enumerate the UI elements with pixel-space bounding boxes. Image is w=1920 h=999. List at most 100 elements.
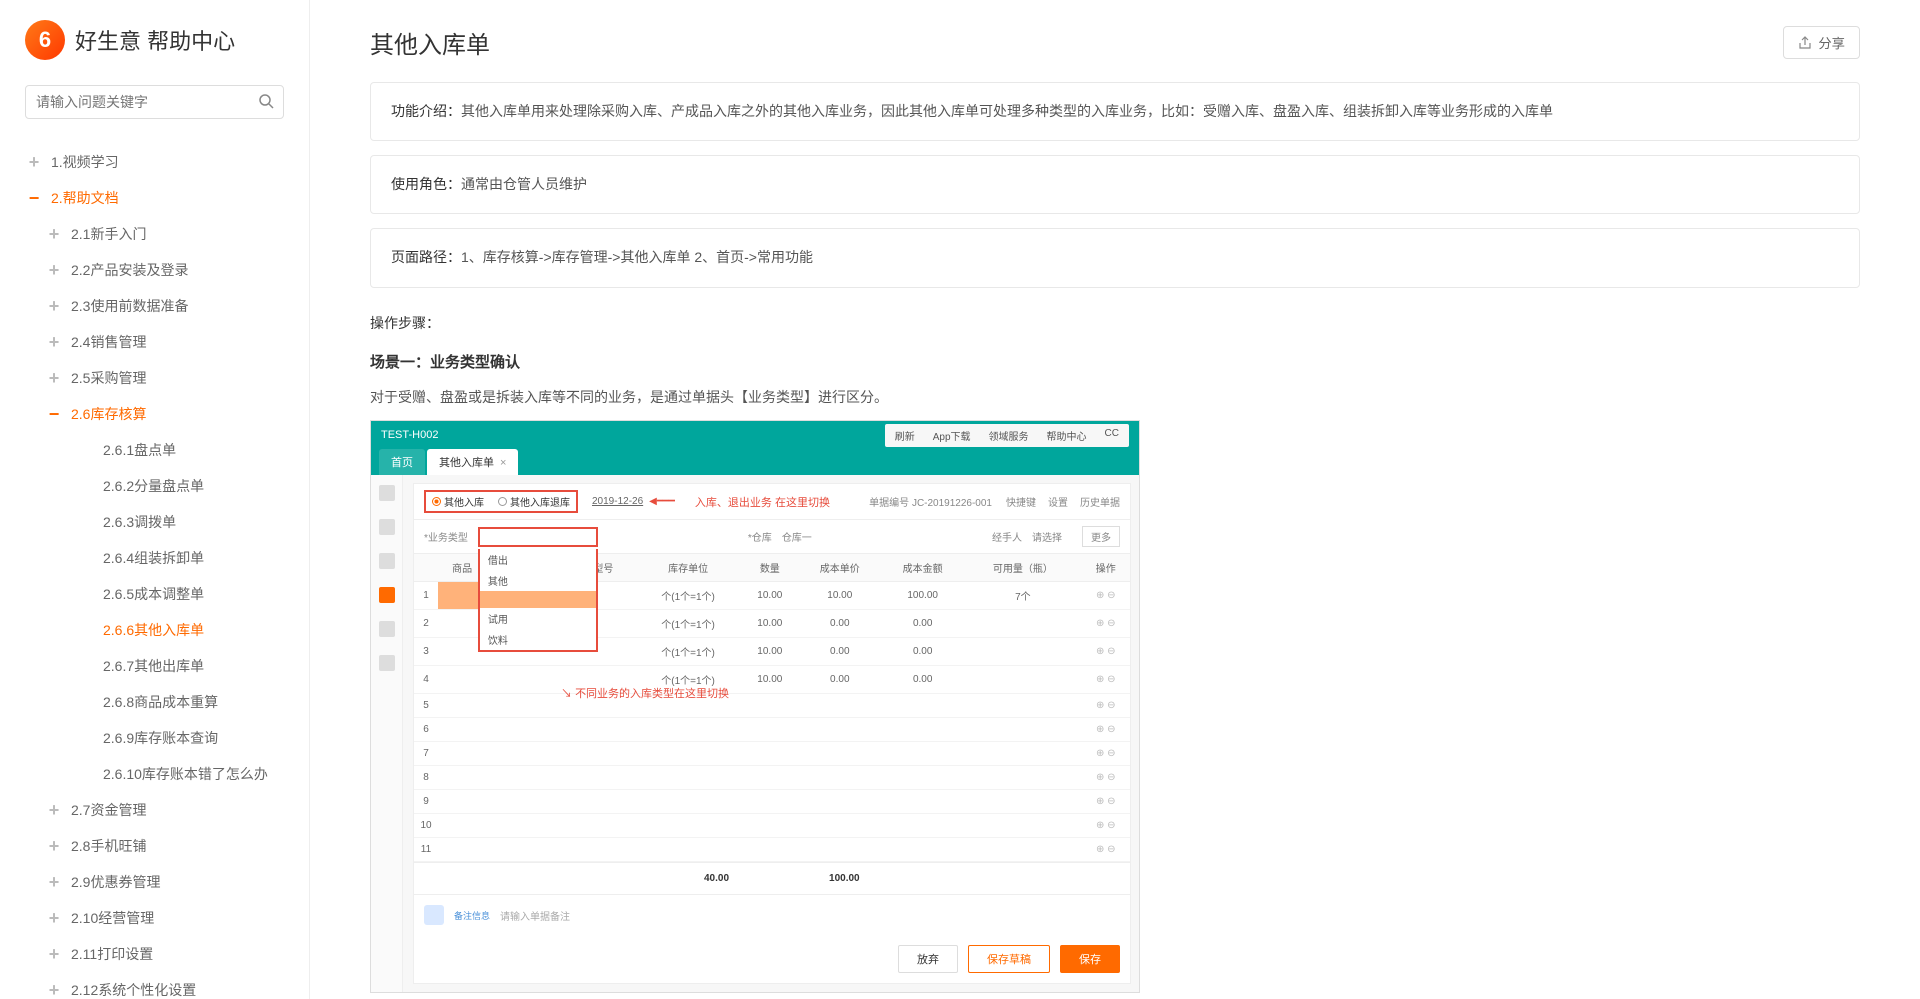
nav-item-2-8[interactable]: 2.8手机旺铺 bbox=[25, 828, 284, 864]
nav-item-2-7[interactable]: 2.7资金管理 bbox=[25, 792, 284, 828]
nav-item-2-10[interactable]: 2.10经营管理 bbox=[25, 900, 284, 936]
rail-icon bbox=[379, 519, 395, 535]
nav-item-2-9[interactable]: 2.9优惠券管理 bbox=[25, 864, 284, 900]
ss-act-hist: 历史单据 bbox=[1080, 494, 1120, 509]
nav-leaf-2-6-1[interactable]: 2.6.1盘点单 bbox=[25, 432, 284, 468]
ss-act-quick: 快捷键 bbox=[1006, 494, 1036, 509]
ss-mk-label: 经手人 bbox=[992, 529, 1022, 544]
path-box: 页面路径：1、库存核算->库存管理->其他入库单 2、首页->常用功能 bbox=[370, 228, 1860, 287]
nav-leaf-2-6-4[interactable]: 2.6.4组装拆卸单 bbox=[25, 540, 284, 576]
ss-doc-no-label: 单据编号 JC-20191226-001 bbox=[869, 494, 992, 509]
share-button[interactable]: 分享 bbox=[1783, 26, 1860, 59]
nav-label: 2.5采购管理 bbox=[71, 368, 146, 388]
ss-refresh: 刷新 bbox=[895, 428, 915, 443]
rail-icon bbox=[379, 655, 395, 671]
th: 可用量（瓶） bbox=[964, 554, 1081, 582]
nav-label: 2.12系统个性化设置 bbox=[71, 980, 196, 999]
nav-leaf-2-6-3[interactable]: 2.6.3调拨单 bbox=[25, 504, 284, 540]
main-content: 其他入库单 分享 功能介绍：其他入库单用来处理除采购入库、产成品入库之外的其他入… bbox=[310, 0, 1920, 999]
path-label: 页面路径： bbox=[391, 249, 461, 265]
nav-label: 1.视频学习 bbox=[51, 152, 119, 172]
ss-env: TEST-H002 bbox=[381, 429, 438, 441]
th: 库存单位 bbox=[635, 554, 741, 582]
ss-radio-in: 其他入库 bbox=[444, 494, 484, 509]
expand-icon bbox=[45, 873, 63, 891]
sidebar: 6 好生意 帮助中心 1.视频学习 2.帮助文档 2.1新手入门 2.2产品安装… bbox=[0, 0, 310, 999]
nav-label: 2.9优惠券管理 bbox=[71, 872, 160, 892]
nav-item-2-4[interactable]: 2.4销售管理 bbox=[25, 324, 284, 360]
role-text: 通常由仓管人员维护 bbox=[461, 176, 587, 192]
logo-icon: 6 bbox=[25, 20, 65, 60]
radio-icon bbox=[498, 497, 507, 506]
nav-leaf-2-6-9[interactable]: 2.6.9库存账本查询 bbox=[25, 720, 284, 756]
page-title: 其他入库单 bbox=[370, 25, 490, 60]
collapse-icon bbox=[25, 189, 43, 207]
screenshot-scene1: TEST-H002 刷新 App下载 领域服务 帮助中心 CC 首页 其他入库单 bbox=[370, 420, 1140, 993]
nav-item-docs[interactable]: 2.帮助文档 bbox=[25, 180, 284, 216]
expand-icon bbox=[45, 261, 63, 279]
ss-doc-type-toggle: 其他入库 其他入库退库 bbox=[424, 490, 578, 513]
ss-act-set: 设置 bbox=[1048, 494, 1068, 509]
nav-label: 2.11打印设置 bbox=[71, 944, 153, 964]
search-box bbox=[25, 85, 284, 119]
nav-item-2-3[interactable]: 2.3使用前数据准备 bbox=[25, 288, 284, 324]
ss-rail bbox=[371, 475, 403, 992]
nav-item-2-12[interactable]: 2.12系统个性化设置 bbox=[25, 972, 284, 999]
search-icon[interactable] bbox=[258, 93, 274, 114]
share-icon bbox=[1798, 36, 1812, 50]
expand-icon bbox=[45, 945, 63, 963]
rail-icon bbox=[379, 621, 395, 637]
ss-dd-item: 其他 bbox=[480, 570, 596, 591]
role-box: 使用角色：通常由仓管人员维护 bbox=[370, 155, 1860, 214]
path-text: 1、库存核算->库存管理->其他入库单 2、首页->常用功能 bbox=[461, 249, 813, 265]
nav-leaf-2-6-10[interactable]: 2.6.10库存账本错了怎么办 bbox=[25, 756, 284, 792]
nav-leaf-2-6-2[interactable]: 2.6.2分量盘点单 bbox=[25, 468, 284, 504]
ss-remark-ph: 请输入单据备注 bbox=[500, 908, 570, 923]
nav-item-2-11[interactable]: 2.11打印设置 bbox=[25, 936, 284, 972]
nav-leaf-2-6-5[interactable]: 2.6.5成本调整单 bbox=[25, 576, 284, 612]
table-row: 4个(1个=1个)10.000.000.00⊕ ⊖ bbox=[414, 666, 1130, 694]
expand-icon bbox=[45, 333, 63, 351]
nav-label: 2.6库存核算 bbox=[71, 404, 146, 424]
expand-icon bbox=[45, 297, 63, 315]
annotation-arrow: ↘ 不同业务的入库类型在这里切换 bbox=[561, 685, 729, 701]
nav-item-2-1[interactable]: 2.1新手入门 bbox=[25, 216, 284, 252]
ss-draft-btn: 保存草稿 bbox=[968, 945, 1050, 973]
expand-icon bbox=[25, 153, 43, 171]
ss-mk-val: 请选择 bbox=[1032, 529, 1062, 544]
nav-leaf-2-6-7[interactable]: 2.6.7其他出库单 bbox=[25, 648, 284, 684]
table-row: 10⊕ ⊖ bbox=[414, 814, 1130, 838]
ss-dd-item: 试用 bbox=[480, 608, 596, 629]
intro-text: 其他入库单用来处理除采购入库、产成品入库之外的其他入库业务，因此其他入库单可处理… bbox=[461, 103, 1553, 119]
ss-total-amt: 100.00 bbox=[829, 873, 860, 884]
ss-total-qty: 40.00 bbox=[704, 873, 729, 884]
nav-label: 2.10经营管理 bbox=[71, 908, 154, 928]
nav-leaf-2-6-6[interactable]: 2.6.6其他入库单 bbox=[25, 612, 284, 648]
nav-leaf-2-6-8[interactable]: 2.6.8商品成本重算 bbox=[25, 684, 284, 720]
ss-radio-ret: 其他入库退库 bbox=[510, 494, 570, 509]
ss-filter-label: *业务类型 bbox=[424, 529, 468, 544]
expand-icon bbox=[45, 369, 63, 387]
scene1-text: 对于受赠、盘盈或是拆装入库等不同的业务，是通过单据头【业务类型】进行区分。 bbox=[370, 384, 1860, 411]
ss-wh-val: 仓库一 bbox=[782, 529, 812, 544]
expand-icon bbox=[45, 801, 63, 819]
rail-icon bbox=[379, 485, 395, 501]
nav-item-2-6[interactable]: 2.6库存核算 bbox=[25, 396, 284, 432]
search-input[interactable] bbox=[25, 85, 284, 119]
table-row: 6⊕ ⊖ bbox=[414, 718, 1130, 742]
ss-annotation-top: 入库、退出业务 在这里切换 bbox=[695, 494, 830, 510]
table-row: 8⊕ ⊖ bbox=[414, 766, 1130, 790]
ss-msg: 领域服务 bbox=[989, 428, 1029, 443]
nav-item-2-2[interactable]: 2.2产品安装及登录 bbox=[25, 252, 284, 288]
intro-label: 功能介绍： bbox=[391, 103, 461, 119]
ss-more-btn: 更多 bbox=[1082, 526, 1120, 547]
remark-icon bbox=[424, 905, 444, 925]
expand-icon bbox=[45, 225, 63, 243]
th: 成本单价 bbox=[798, 554, 881, 582]
ss-user: CC bbox=[1105, 428, 1119, 443]
nav-tree: 1.视频学习 2.帮助文档 2.1新手入门 2.2产品安装及登录 2.3使用前数… bbox=[25, 144, 284, 999]
nav-item-2-5[interactable]: 2.5采购管理 bbox=[25, 360, 284, 396]
nav-item-video[interactable]: 1.视频学习 bbox=[25, 144, 284, 180]
role-label: 使用角色： bbox=[391, 176, 461, 192]
nav-label: 2.帮助文档 bbox=[51, 188, 119, 208]
